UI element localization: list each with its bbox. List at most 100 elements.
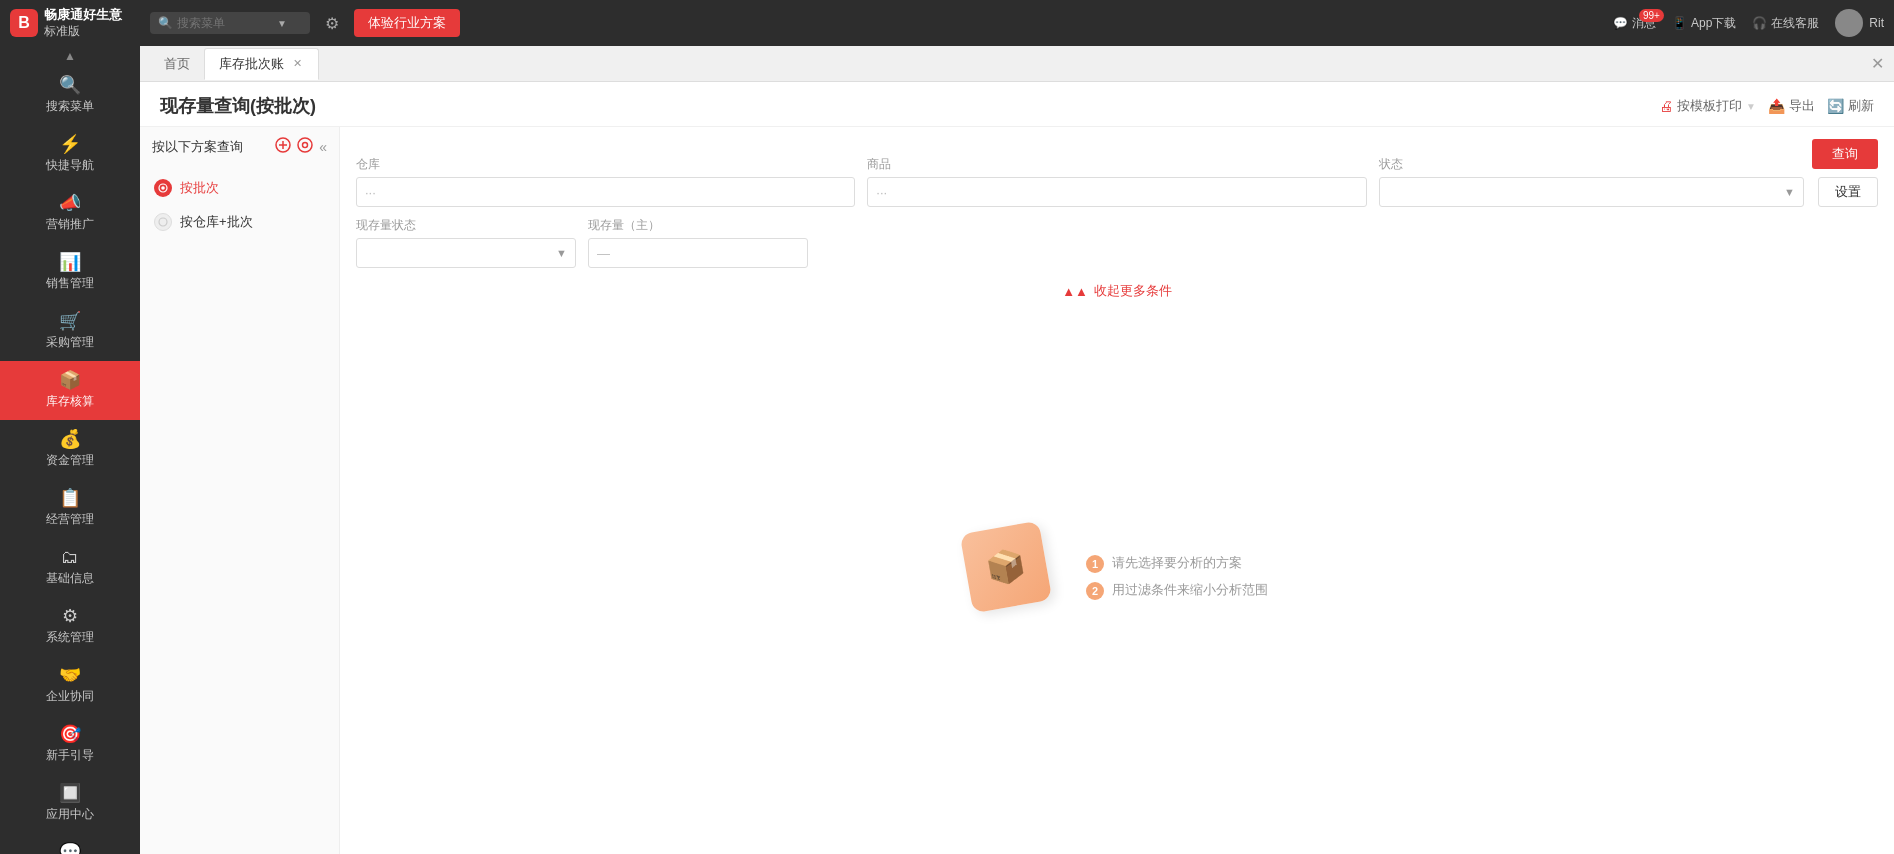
- topbar-right: 💬 消息 99+ 📱 App下载 🎧 在线客服 Rit: [1613, 9, 1884, 37]
- stock-qty-dash: —: [597, 246, 610, 261]
- stock-status-input[interactable]: ▼: [356, 238, 576, 268]
- refresh-button[interactable]: 🔄 刷新: [1827, 97, 1874, 115]
- stock-qty-label: 现存量（主）: [588, 217, 808, 234]
- phone-icon: 📱: [1672, 16, 1687, 30]
- customer-service-label: 在线客服: [1771, 15, 1819, 32]
- money-icon: 💰: [59, 430, 81, 448]
- app-logo: B 畅康通好生意 标准版: [10, 7, 150, 39]
- svg-point-3: [298, 138, 312, 152]
- message-button[interactable]: 💬 消息 99+: [1613, 15, 1656, 32]
- trial-button[interactable]: 体验行业方案: [354, 9, 460, 37]
- sidebar-item-label: 系统管理: [46, 629, 94, 646]
- status-input[interactable]: ▼: [1379, 177, 1804, 207]
- topbar: B 畅康通好生意 标准版 🔍 ▼ ⚙ 体验行业方案 💬 消息 99+ 📱 App…: [0, 0, 1894, 46]
- avatar-image: [1835, 9, 1863, 37]
- collapse-left-panel-button[interactable]: «: [319, 139, 327, 155]
- collapse-filters-button[interactable]: ▲▲ 收起更多条件: [356, 278, 1878, 304]
- scheme-item-batch[interactable]: 按批次: [140, 171, 339, 205]
- sidebar-item-sales[interactable]: 📊 销售管理: [0, 243, 140, 302]
- sidebar-item-label: 营销推广: [46, 216, 94, 233]
- edition-label: 标准版: [44, 24, 122, 40]
- stock-qty-input[interactable]: —: [588, 238, 808, 268]
- user-avatar[interactable]: Rit: [1835, 9, 1884, 37]
- print-label: 按模板打印: [1677, 97, 1742, 115]
- sidebar-item-label: 应用中心: [46, 806, 94, 823]
- export-icon: 📤: [1768, 98, 1785, 114]
- search-bar[interactable]: 🔍 ▼: [150, 12, 310, 34]
- message-icon: 💬: [1613, 16, 1628, 30]
- sidebar-item-label: 库存核算: [46, 393, 94, 410]
- tip-text-1: 请先选择要分析的方案: [1112, 554, 1242, 572]
- warehouse-input[interactable]: ···: [356, 177, 855, 207]
- flash-icon: ⚡: [59, 135, 81, 153]
- tab-inventory-batch[interactable]: 库存批次账 ✕: [204, 48, 319, 80]
- filter-row-2: 现存量状态 ▼ 现存量（主） —: [356, 217, 1878, 268]
- main-layout: ▲ 🔍 搜索菜单 ⚡ 快捷导航 📣 营销推广 📊 销售管理 🛒 采购管理 📦 库…: [0, 46, 1894, 854]
- settings-button[interactable]: 设置: [1818, 177, 1878, 207]
- scheme-dot-inactive: [154, 213, 172, 231]
- sidebar-item-quicknav[interactable]: ⚡ 快捷导航: [0, 125, 140, 184]
- sidebar-item-operations[interactable]: 📋 经营管理: [0, 479, 140, 538]
- sidebar: ▲ 🔍 搜索菜单 ⚡ 快捷导航 📣 营销推广 📊 销售管理 🛒 采购管理 📦 库…: [0, 46, 140, 854]
- handshake-icon: 🤝: [59, 666, 81, 684]
- sidebar-item-search[interactable]: 🔍 搜索菜单: [0, 66, 140, 125]
- add-scheme-button[interactable]: [275, 137, 291, 157]
- sidebar-scroll-up[interactable]: ▲: [0, 46, 140, 66]
- sidebar-item-system[interactable]: ⚙ 系统管理: [0, 597, 140, 656]
- sidebar-item-label: 采购管理: [46, 334, 94, 351]
- sidebar-item-label: 销售管理: [46, 275, 94, 292]
- gear-icon: ⚙: [62, 607, 78, 625]
- sidebar-item-label: 新手引导: [46, 747, 94, 764]
- customer-service-button[interactable]: 🎧 在线客服: [1752, 15, 1819, 32]
- status-label: 状态: [1379, 156, 1804, 173]
- tip-text-2: 用过滤条件来缩小分析范围: [1112, 581, 1268, 599]
- app-download-button[interactable]: 📱 App下载: [1672, 15, 1736, 32]
- sidebar-item-wechat[interactable]: 💬 企业微信: [0, 833, 140, 854]
- megaphone-icon: 📣: [59, 194, 81, 212]
- search-input[interactable]: [177, 16, 277, 30]
- tab-close-icon[interactable]: ✕: [290, 57, 304, 71]
- headset-icon: 🎧: [1752, 16, 1767, 30]
- sidebar-item-basic[interactable]: 🗂 基础信息: [0, 538, 140, 597]
- empty-state: 📦 1 请先选择要分析的方案 2 用过滤条件来缩小分析范围: [356, 312, 1878, 842]
- settings-icon[interactable]: ⚙: [318, 9, 346, 37]
- sidebar-item-marketing[interactable]: 📣 营销推广: [0, 184, 140, 243]
- logo-icon: B: [10, 9, 38, 37]
- empty-tip-1: 1 请先选择要分析的方案: [1086, 554, 1268, 573]
- page-header-actions: 🖨 按模板打印 ▼ 📤 导出 🔄 刷新: [1659, 97, 1874, 115]
- print-icon: 🖨: [1659, 98, 1673, 114]
- sidebar-item-inventory[interactable]: 📦 库存核算: [0, 361, 140, 420]
- empty-icon: 📦: [966, 527, 1066, 627]
- print-button[interactable]: 🖨 按模板打印 ▼: [1659, 97, 1756, 115]
- content-area: 首页 库存批次账 ✕ ✕ 现存量查询(按批次) 🖨 按模板打印 ▼: [140, 46, 1894, 854]
- empty-tip-2: 2 用过滤条件来缩小分析范围: [1086, 581, 1268, 600]
- export-button[interactable]: 📤 导出: [1768, 97, 1815, 115]
- sidebar-item-label: 企业协同: [46, 688, 94, 705]
- sidebar-item-enterprise[interactable]: 🤝 企业协同: [0, 656, 140, 715]
- sidebar-item-purchase[interactable]: 🛒 采购管理: [0, 302, 140, 361]
- product-input[interactable]: ···: [867, 177, 1366, 207]
- scheme-warehouse-batch-label: 按仓库+批次: [180, 213, 253, 231]
- tab-bar: 首页 库存批次账 ✕ ✕: [140, 46, 1894, 82]
- print-chevron-icon: ▼: [1746, 101, 1756, 112]
- query-button[interactable]: 查询: [1812, 139, 1878, 169]
- tab-home[interactable]: 首页: [150, 49, 204, 79]
- svg-point-6: [161, 186, 165, 190]
- sidebar-item-apps[interactable]: 🔲 应用中心: [0, 774, 140, 833]
- sidebar-item-finance[interactable]: 💰 资金管理: [0, 420, 140, 479]
- scheme-dot: [154, 179, 172, 197]
- scheme-item-warehouse-batch[interactable]: 按仓库+批次: [140, 205, 339, 239]
- action-btns: 查询 设置: [1812, 139, 1878, 207]
- filter-row-1: 仓库 ··· 商品 ···: [356, 139, 1878, 207]
- warehouse-label: 仓库: [356, 156, 855, 173]
- product-filter: 商品 ···: [867, 156, 1366, 207]
- sidebar-item-label: 资金管理: [46, 452, 94, 469]
- sidebar-item-newbie[interactable]: 🎯 新手引导: [0, 715, 140, 774]
- scheme-settings-button[interactable]: [297, 137, 313, 157]
- empty-icon-box: 📦: [960, 521, 1053, 614]
- chevron-down-icon: ▼: [277, 18, 287, 29]
- cart-icon: 🛒: [59, 312, 81, 330]
- chevron-down-icon: ▼: [556, 247, 567, 259]
- left-panel-actions: «: [275, 137, 327, 157]
- tab-right-close-button[interactable]: ✕: [1871, 54, 1884, 73]
